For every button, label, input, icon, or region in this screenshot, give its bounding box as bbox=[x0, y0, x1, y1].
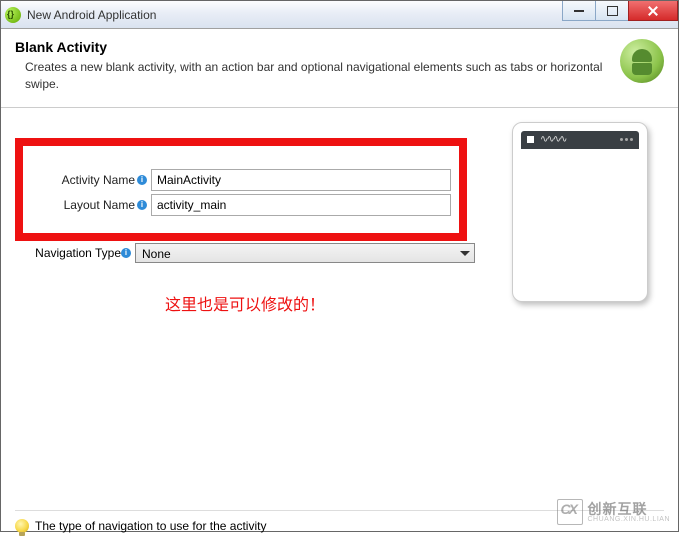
title-placeholder-icon: ∿∿∿∿ bbox=[540, 134, 566, 146]
info-icon[interactable]: i bbox=[137, 175, 147, 185]
content-area: Activity Name i Layout Name i Navigation… bbox=[1, 108, 678, 500]
form-area: Activity Name i Layout Name i Navigation… bbox=[15, 122, 475, 315]
window-controls bbox=[563, 1, 678, 21]
info-icon[interactable]: i bbox=[137, 200, 147, 210]
watermark-text-cn: 创新互联 bbox=[587, 502, 670, 516]
lightbulb-icon bbox=[15, 519, 29, 533]
wizard-header: Blank Activity Creates a new blank activ… bbox=[1, 29, 678, 108]
device-preview: ∿∿∿∿ bbox=[512, 122, 648, 302]
minimize-button[interactable] bbox=[562, 1, 596, 21]
maximize-button[interactable] bbox=[595, 1, 629, 21]
app-square-icon bbox=[527, 136, 534, 143]
layout-name-row: Layout Name i bbox=[31, 194, 451, 216]
preview-actionbar: ∿∿∿∿ bbox=[521, 131, 639, 149]
navigation-type-value: None bbox=[142, 247, 171, 261]
watermark: 创新互联 CHUANG.XIN.HU.LIAN bbox=[557, 499, 670, 525]
page-heading: Blank Activity bbox=[15, 39, 664, 55]
annotation-text: 这里也是可以修改的！ bbox=[15, 291, 475, 315]
navigation-type-label: Navigation Type bbox=[15, 246, 121, 260]
highlight-box: Activity Name i Layout Name i bbox=[15, 138, 467, 241]
window-title: New Android Application bbox=[27, 8, 156, 22]
watermark-logo-icon bbox=[557, 499, 583, 525]
layout-name-input[interactable] bbox=[151, 194, 451, 216]
android-icon bbox=[620, 39, 664, 83]
watermark-text-pinyin: CHUANG.XIN.HU.LIAN bbox=[587, 516, 670, 523]
app-icon bbox=[5, 7, 21, 23]
navigation-type-select[interactable]: None bbox=[135, 243, 475, 263]
activity-name-row: Activity Name i bbox=[31, 169, 451, 191]
title-bar: New Android Application bbox=[1, 1, 678, 29]
activity-name-input[interactable] bbox=[151, 169, 451, 191]
close-button[interactable] bbox=[628, 1, 678, 21]
info-icon[interactable]: i bbox=[121, 248, 131, 258]
overflow-icon bbox=[620, 138, 633, 141]
tip-text: The type of navigation to use for the ac… bbox=[35, 519, 266, 533]
layout-name-label: Layout Name bbox=[31, 198, 137, 212]
page-description: Creates a new blank activity, with an ac… bbox=[25, 59, 604, 93]
navigation-type-row: Navigation Type i None bbox=[15, 243, 475, 263]
activity-name-label: Activity Name bbox=[31, 173, 137, 187]
